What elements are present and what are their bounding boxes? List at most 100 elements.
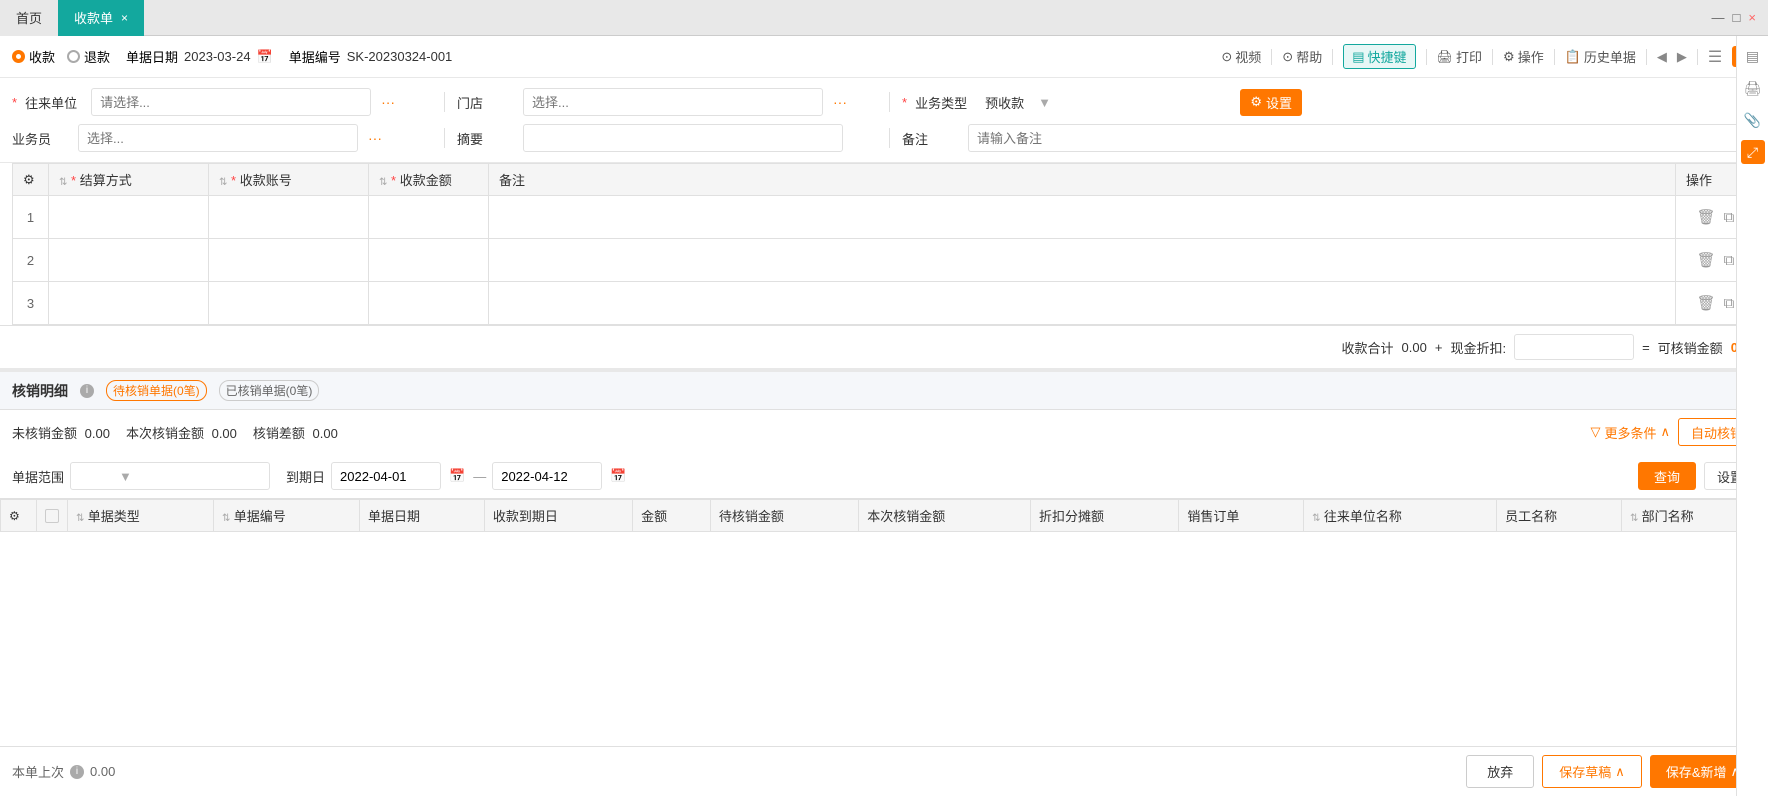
row-1-settle-input[interactable]: [49, 196, 208, 238]
biz-dropdown-icon[interactable]: ▼: [1038, 95, 1051, 110]
date-value: 2023-03-24: [184, 49, 251, 64]
prev-info: 本单上次 i 0.00: [12, 762, 115, 781]
more-conditions-btn[interactable]: ▽ 更多条件 ∧: [1590, 423, 1670, 442]
due-date-from-input[interactable]: [331, 462, 441, 490]
row-3-amount[interactable]: [369, 282, 489, 325]
radio-receipt[interactable]: 收款: [12, 47, 55, 66]
operation-icon: ⚙: [1503, 49, 1515, 65]
row-3-num: 3: [13, 282, 49, 325]
tab-receipt[interactable]: 收款单 ×: [58, 0, 144, 36]
row-1-delete-icon[interactable]: 🗑: [1697, 208, 1716, 226]
row-1-amount-input[interactable]: [369, 196, 488, 238]
col-gear[interactable]: ⚙: [13, 164, 49, 196]
tab-home-label: 首页: [16, 8, 42, 27]
row-2-note-input[interactable]: [489, 239, 1675, 281]
tab-close-icon[interactable]: ×: [121, 11, 128, 25]
shortcut-icon: ▤: [1352, 49, 1364, 65]
row-2-account[interactable]: [209, 239, 369, 282]
btcol-pending: 待核销金额: [710, 500, 858, 532]
unverified-stat: 未核销金额 0.00: [12, 423, 110, 442]
row-3-note-input[interactable]: [489, 282, 1675, 324]
history-btn[interactable]: 📋 历史单据: [1565, 47, 1636, 66]
biz-label: 业务类型: [915, 93, 975, 112]
row-2-settle-input[interactable]: [49, 239, 208, 281]
row-1-note[interactable]: [489, 196, 1676, 239]
settings-btn[interactable]: ⚙ 设置: [1240, 89, 1302, 116]
layout-list-icon[interactable]: ☰: [1708, 47, 1722, 67]
summary-input[interactable]: [523, 124, 843, 152]
sidebar-print-icon[interactable]: 🖨: [1741, 76, 1765, 100]
row-2-amount[interactable]: [369, 239, 489, 282]
due-date-to-input[interactable]: [492, 462, 602, 490]
counterpart-input[interactable]: [91, 88, 371, 116]
store-input[interactable]: [523, 88, 823, 116]
discount-input[interactable]: [1514, 334, 1634, 360]
equals-sign: =: [1642, 340, 1650, 355]
row-3-settle-input[interactable]: [49, 282, 208, 324]
help-btn[interactable]: ⊙ 帮助: [1282, 47, 1322, 66]
verify-info-icon[interactable]: i: [80, 384, 94, 398]
range-select[interactable]: ▼: [70, 462, 270, 490]
sidebar-table-icon[interactable]: ▤: [1741, 44, 1765, 68]
row-1-settle[interactable]: [49, 196, 209, 239]
row-3-settle[interactable]: [49, 282, 209, 325]
row-2-account-input[interactable]: [209, 239, 368, 281]
row-1-account-input[interactable]: [209, 196, 368, 238]
video-btn[interactable]: ⊙ 视频: [1221, 47, 1261, 66]
filter-icon: ▽: [1590, 424, 1600, 440]
radio-refund[interactable]: 退款: [67, 47, 110, 66]
date-field: 单据日期 2023-03-24 📅: [126, 47, 273, 66]
save-draft-arrow-icon: ∧: [1615, 764, 1625, 780]
total-value: 0.00: [1402, 340, 1427, 355]
pending-tag[interactable]: 待核销单据(0笔): [106, 380, 207, 401]
print-btn[interactable]: 🖨 打印: [1437, 47, 1483, 66]
counterpart-required: *: [12, 95, 17, 110]
select-all-checkbox[interactable]: [45, 509, 59, 523]
window-close-icon[interactable]: ×: [1748, 10, 1756, 25]
remark-input[interactable]: [968, 124, 1756, 152]
row-1-copy-icon[interactable]: ⧉: [1724, 209, 1735, 226]
sidebar-expand-icon[interactable]: ⤢: [1741, 140, 1765, 164]
done-tag[interactable]: 已核销单据(0笔): [219, 380, 320, 401]
row-2-settle[interactable]: [49, 239, 209, 282]
btcol-gear[interactable]: ⚙: [1, 500, 37, 532]
calendar-to-icon[interactable]: 📅: [610, 468, 626, 484]
nav-right-icon[interactable]: ▶: [1677, 49, 1687, 65]
tab-home[interactable]: 首页: [0, 0, 58, 36]
row-1-account[interactable]: [209, 196, 369, 239]
abandon-btn[interactable]: 放弃: [1466, 755, 1534, 788]
operation-btn[interactable]: ⚙ 操作: [1503, 47, 1544, 66]
row-3-delete-icon[interactable]: 🗑: [1697, 294, 1716, 312]
row-3-account-input[interactable]: [209, 282, 368, 324]
prev-info-icon[interactable]: i: [70, 765, 84, 779]
row-2-note[interactable]: [489, 239, 1676, 282]
sidebar-attachment-icon[interactable]: 📎: [1741, 108, 1765, 132]
row-2-delete-icon[interactable]: 🗑: [1697, 251, 1716, 269]
save-draft-btn[interactable]: 保存草稿 ∧: [1542, 755, 1642, 788]
query-btn[interactable]: 查询: [1638, 462, 1696, 490]
store-more-btn[interactable]: ···: [829, 94, 851, 110]
divider-2: [1332, 49, 1333, 65]
shortcut-btn[interactable]: ▤ 快捷键: [1343, 44, 1415, 69]
calendar-icon[interactable]: 📅: [257, 49, 273, 65]
row-3-account[interactable]: [209, 282, 369, 325]
nav-left-icon[interactable]: ◀: [1657, 49, 1667, 65]
row-2-amount-input[interactable]: [369, 239, 488, 281]
row-1-note-input[interactable]: [489, 196, 1675, 238]
row-3-note[interactable]: [489, 282, 1676, 325]
row-3-amount-input[interactable]: [369, 282, 488, 324]
row-3-copy-icon[interactable]: ⧉: [1724, 295, 1735, 312]
maximize-icon[interactable]: □: [1733, 10, 1741, 25]
row-1-amount[interactable]: [369, 196, 489, 239]
divider-1: [1271, 49, 1272, 65]
minimize-icon[interactable]: —: [1712, 10, 1725, 25]
staff-label: 业务员: [12, 129, 72, 148]
staff-input[interactable]: [78, 124, 358, 152]
row-2-copy-icon[interactable]: ⧉: [1724, 252, 1735, 269]
calendar-from-icon[interactable]: 📅: [449, 468, 465, 484]
shortcut-label: 快捷键: [1368, 47, 1407, 66]
prev-label: 本单上次: [12, 762, 64, 781]
bill-no-value: SK-20230324-001: [347, 49, 453, 64]
staff-more-btn[interactable]: ···: [364, 130, 386, 146]
counterpart-more-btn[interactable]: ···: [377, 94, 399, 110]
